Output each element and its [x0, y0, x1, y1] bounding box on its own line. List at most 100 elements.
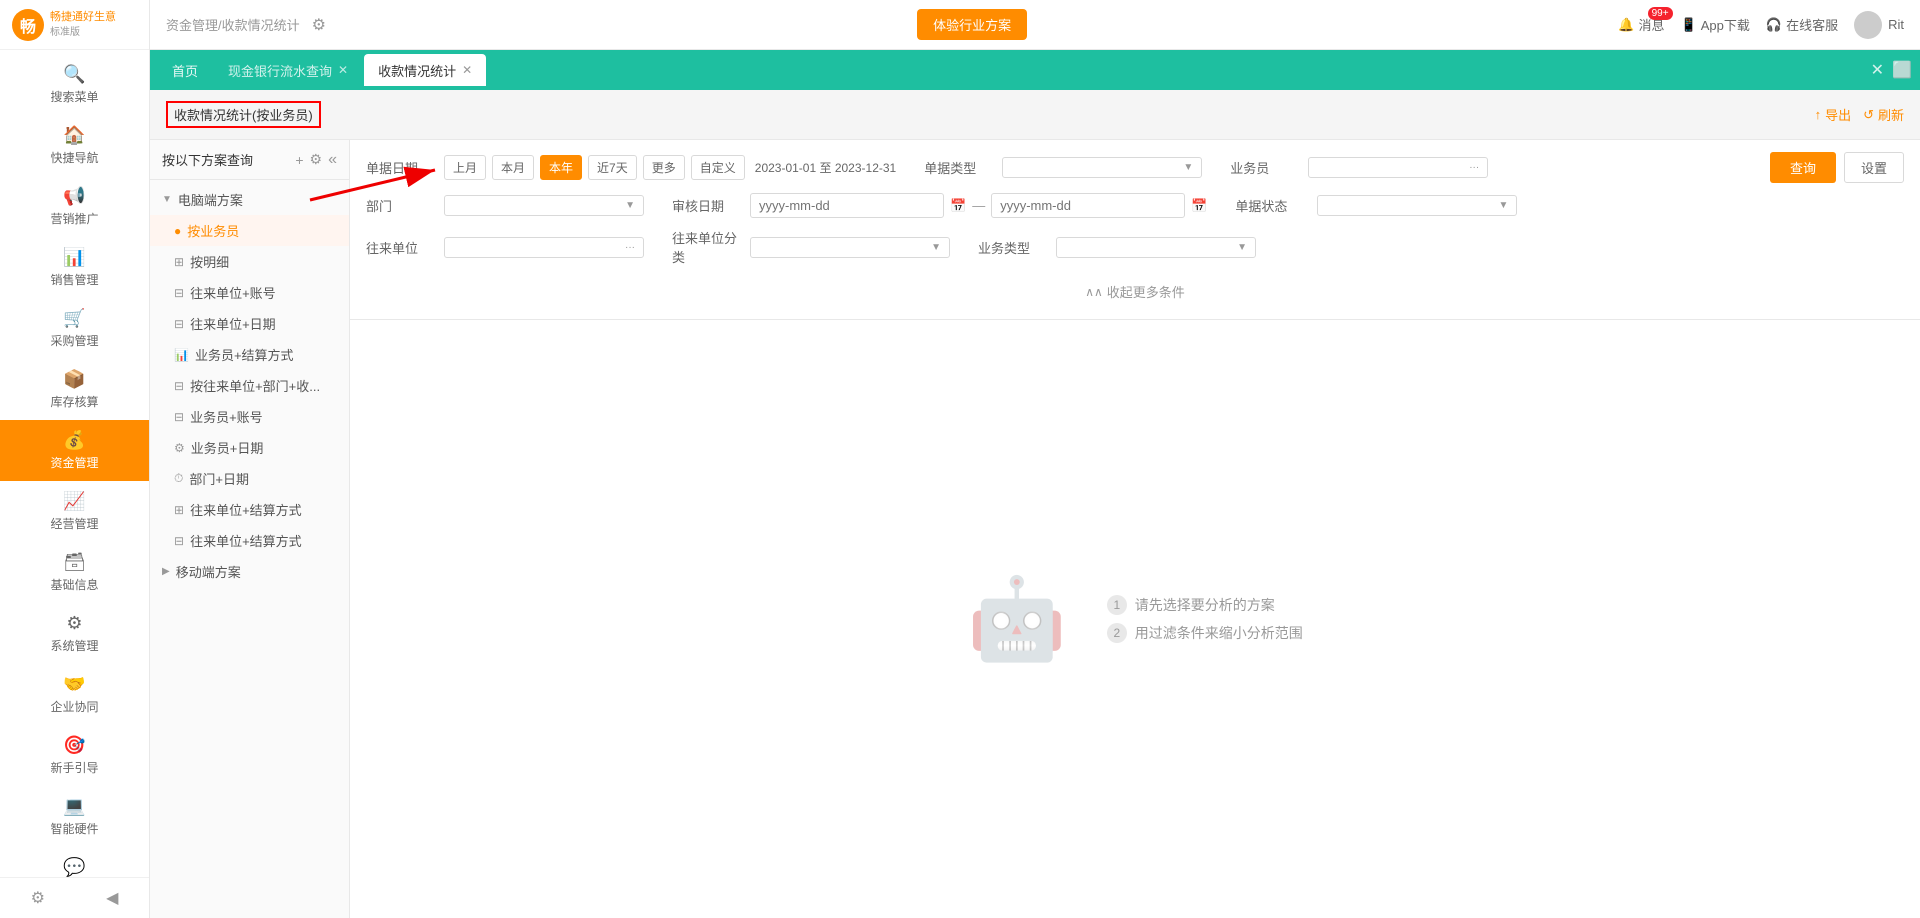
trial-button[interactable]: 体验行业方案 — [917, 9, 1027, 40]
tree-item-partner-dept-col[interactable]: ⊟ 按往来单位+部门+收... — [150, 370, 349, 401]
right-panel: 单据日期 上月 本月 本年 近7天 更多 自定义 2023-01-01 至 20… — [350, 140, 1920, 918]
panel-settings-btn[interactable]: ⚙ — [310, 151, 323, 168]
sidebar-item-search[interactable]: 🔍 搜索菜单 — [0, 54, 149, 115]
this-year-btn[interactable]: 本年 — [540, 155, 582, 180]
sidebar-item-quicknav[interactable]: 🏠 快捷导航 — [0, 115, 149, 176]
voucher-status-arrow: ▼ — [1498, 200, 1508, 211]
notification-btn[interactable]: 🔔 消息 99+ — [1618, 15, 1664, 34]
collapse-filter-btn[interactable]: ∧∧ 收起更多条件 — [366, 276, 1904, 307]
audit-to-input[interactable] — [991, 193, 1185, 218]
sidebar-item-finance[interactable]: 💰 资金管理 — [0, 420, 149, 481]
finance-nav-icon: 💰 — [63, 430, 85, 451]
sidebar-item-guide[interactable]: 🎯 新手引导 — [0, 725, 149, 786]
sidebar-item-operation[interactable]: 📈 经营管理 — [0, 481, 149, 542]
tree-item-partner-settle1[interactable]: ⊞ 往来单位+结算方式 — [150, 494, 349, 525]
tree-item-partner-date[interactable]: ⊟ 往来单位+日期 — [150, 308, 349, 339]
tree-item-by-detail[interactable]: ⊞ 按明细 — [150, 246, 349, 277]
header-gear-icon[interactable]: ⚙ — [312, 15, 326, 35]
operation-nav-icon: 📈 — [63, 491, 85, 512]
tree-item-by-salesman[interactable]: ● 按业务员 — [150, 215, 349, 246]
tree-item-partner-settle1-icon: ⊞ — [174, 503, 184, 517]
sidebar-item-marketing[interactable]: 📢 营销推广 — [0, 176, 149, 237]
sidebar-item-basic[interactable]: 🗃 基础信息 — [0, 542, 149, 603]
sidebar-item-wechat[interactable]: 💬 企业微信 — [0, 847, 149, 877]
partner-select[interactable]: ··· — [444, 237, 644, 258]
sidebar-item-inventory[interactable]: 📦 库存核算 — [0, 359, 149, 420]
desktop-group-header[interactable]: ▼ 电脑端方案 — [150, 184, 349, 215]
close-window-icon[interactable]: ✕ — [1871, 60, 1884, 80]
tab-bank[interactable]: 现金银行流水查询 ✕ — [214, 54, 362, 86]
phone-icon: 📱 — [1681, 17, 1697, 33]
tree-item-partner-account[interactable]: ⊟ 往来单位+账号 — [150, 277, 349, 308]
notification-badge: 99+ — [1648, 7, 1673, 20]
more-date-btn[interactable]: 更多 — [643, 155, 685, 180]
tab-home[interactable]: 首页 — [158, 54, 212, 86]
tab-collection-close-icon[interactable]: ✕ — [462, 63, 472, 77]
desktop-group-arrow: ▼ — [162, 194, 172, 205]
tree-item-salesman-date[interactable]: ⚙ 业务员+日期 — [150, 432, 349, 463]
sidebar-item-purchase[interactable]: 🛒 采购管理 — [0, 298, 149, 359]
export-button[interactable]: ↑ 导出 — [1815, 105, 1852, 124]
sidebar-item-coop[interactable]: 🤝 企业协同 — [0, 664, 149, 725]
empty-state: 🤖 1 请先选择要分析的方案 2 用过滤条件来缩小分析范围 — [350, 320, 1920, 918]
logo-icon: 畅 — [12, 9, 44, 41]
salesman-select[interactable]: ··· — [1308, 157, 1488, 178]
tab-collection[interactable]: 收款情况统计 ✕ — [364, 54, 486, 86]
calendar-from-icon[interactable]: 📅 — [950, 198, 966, 214]
header-left: 资金管理/收款情况统计 ⚙ — [166, 15, 326, 35]
sidebar: 畅 畅捷通好生意 标准版 🔍 搜索菜单 🏠 快捷导航 📢 营销推广 📊 销售管理… — [0, 0, 150, 918]
app-download-btn[interactable]: 📱 App下载 — [1681, 15, 1750, 34]
logo-name: 畅捷通好生意 标准版 — [50, 10, 116, 39]
empty-step-1: 1 请先选择要分析的方案 — [1107, 595, 1303, 615]
voucher-status-select[interactable]: ▼ — [1317, 195, 1517, 216]
marketing-nav-icon: 📢 — [63, 186, 85, 207]
sidebar-item-system[interactable]: ⚙ 系统管理 — [0, 603, 149, 664]
refresh-icon: ↺ — [1863, 107, 1874, 123]
page-actions: ↑ 导出 ↺ 刷新 — [1815, 105, 1904, 124]
home-nav-icon: 🏠 — [63, 125, 85, 146]
salesman-select-dots: ··· — [1469, 162, 1479, 173]
tree-item-salesman-date-icon: ⚙ — [174, 441, 185, 455]
panel-collapse-btn[interactable]: « — [328, 151, 337, 169]
tree-item-salesman-settle[interactable]: 📊 业务员+结算方式 — [150, 339, 349, 370]
sidebar-item-hardware[interactable]: 💻 智能硬件 — [0, 786, 149, 847]
coop-nav-icon: 🤝 — [63, 674, 85, 695]
last-month-btn[interactable]: 上月 — [444, 155, 486, 180]
date-range-display: 2023-01-01 至 2023-12-31 — [755, 159, 896, 176]
tab-bank-close-icon[interactable]: ✕ — [338, 63, 348, 77]
tree-item-partner-account-icon: ⊟ — [174, 286, 184, 300]
tree-item-salesman-settle-icon: 📊 — [174, 348, 189, 362]
dept-select[interactable]: ▼ — [444, 195, 644, 216]
sidebar-item-sales[interactable]: 📊 销售管理 — [0, 237, 149, 298]
sidebar-settings-btn[interactable]: ⚙ — [31, 888, 45, 908]
sidebar-collapse-btn[interactable]: ◀ — [106, 888, 118, 908]
main-content: 资金管理/收款情况统计 ⚙ 体验行业方案 🔔 消息 99+ 📱 App下载 🎧 … — [150, 0, 1920, 918]
query-button[interactable]: 查询 — [1770, 152, 1836, 183]
this-month-btn[interactable]: 本月 — [492, 155, 534, 180]
audit-from-input[interactable] — [750, 193, 944, 218]
system-nav-icon: ⚙ — [66, 613, 82, 634]
maximize-window-icon[interactable]: ⬜ — [1892, 60, 1912, 80]
tree-item-dept-date-icon: ⏱ — [174, 471, 183, 486]
refresh-button[interactable]: ↺ 刷新 — [1863, 105, 1904, 124]
tab-bar-right: ✕ ⬜ — [1871, 60, 1912, 80]
voucher-status-label: 单据状态 — [1235, 196, 1305, 215]
custom-date-btn[interactable]: 自定义 — [691, 155, 745, 180]
tree-item-partner-settle2[interactable]: ⊟ 往来单位+结算方式 — [150, 525, 349, 556]
chevron-up-icon: ∧∧ — [1085, 285, 1103, 299]
mobile-group-header[interactable]: ▶ 移动端方案 — [150, 556, 349, 587]
last7days-btn[interactable]: 近7天 — [588, 155, 637, 180]
wechat-nav-icon: 💬 — [63, 857, 85, 877]
customer-service-btn[interactable]: 🎧 在线客服 — [1766, 15, 1838, 34]
settings-button[interactable]: 设置 — [1844, 152, 1904, 183]
panel-add-btn[interactable]: + — [295, 152, 303, 168]
date-buttons: 上月 本月 本年 近7天 更多 自定义 2023-01-01 至 2023-12… — [444, 155, 896, 180]
sidebar-logo: 畅 畅捷通好生意 标准版 — [0, 0, 149, 50]
partner-category-select[interactable]: ▼ — [750, 237, 950, 258]
calendar-to-icon[interactable]: 📅 — [1191, 198, 1207, 214]
business-type-select[interactable]: ▼ — [1056, 237, 1256, 258]
tree-item-salesman-account[interactable]: ⊟ 业务员+账号 — [150, 401, 349, 432]
salesman-label: 业务员 — [1230, 158, 1300, 177]
voucher-type-select[interactable]: ▼ — [1002, 157, 1202, 178]
tree-item-dept-date[interactable]: ⏱ 部门+日期 — [150, 463, 349, 494]
